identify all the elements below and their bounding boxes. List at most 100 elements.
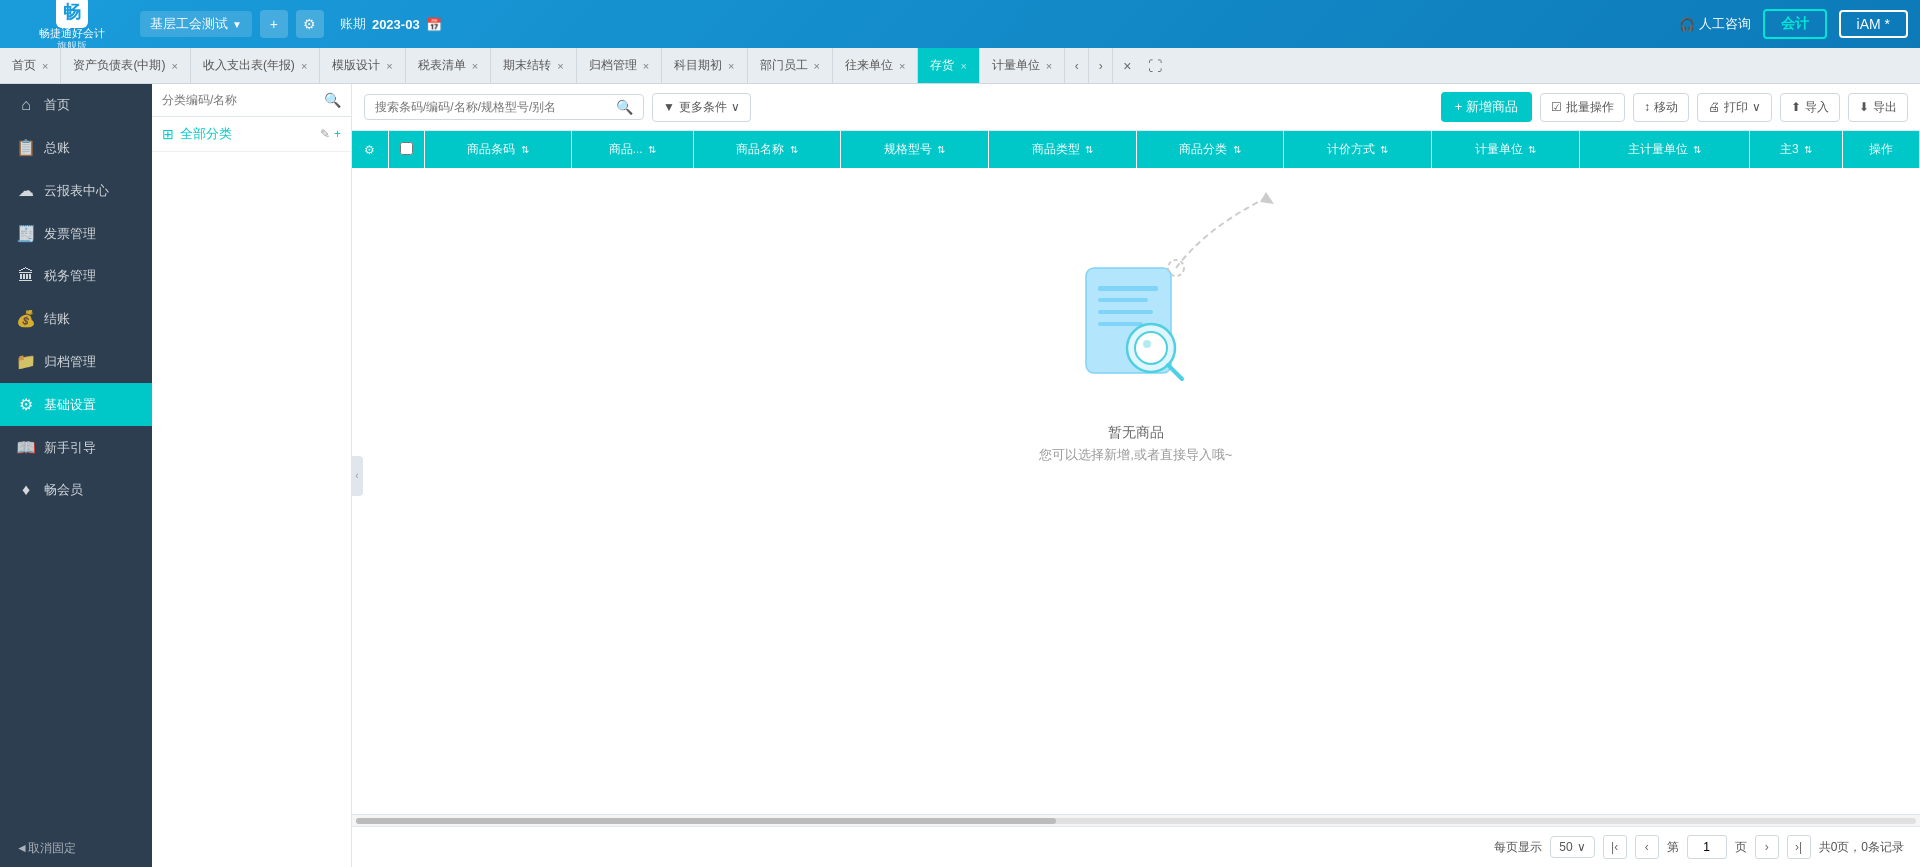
tab-period-end-close[interactable]: × <box>557 60 563 72</box>
tab-partner-close[interactable]: × <box>899 60 905 72</box>
add-tab-button[interactable]: + <box>260 10 288 38</box>
print-button[interactable]: 🖨 打印 ∨ <box>1697 93 1772 122</box>
th-col3[interactable]: 主3 ⇅ <box>1750 131 1842 168</box>
scrollbar-thumb[interactable] <box>356 818 1056 824</box>
tab-inventory[interactable]: 存货 × <box>918 48 979 83</box>
tab-tax-close[interactable]: × <box>472 60 478 72</box>
th-config[interactable]: ⚙ <box>352 131 388 168</box>
th-actions: 操作 <box>1842 131 1919 168</box>
tab-subject-init[interactable]: 科目期初 × <box>662 48 747 83</box>
category-all[interactable]: ⊞ 全部分类 ✎ + <box>152 117 351 152</box>
filter-button[interactable]: ▼ 更多条件 ∨ <box>652 93 751 122</box>
iam-button[interactable]: iAM * <box>1839 10 1908 38</box>
page-last-button[interactable]: ›| <box>1787 835 1811 859</box>
company-selector[interactable]: 基层工会测试 ▼ <box>140 11 252 37</box>
th-name[interactable]: 商品名称 ⇅ <box>693 131 841 168</box>
category-search-icon[interactable]: 🔍 <box>324 92 341 108</box>
th-barcode[interactable]: 商品条码 ⇅ <box>424 131 572 168</box>
tab-income-close[interactable]: × <box>301 60 307 72</box>
th-category[interactable]: 商品分类 ⇅ <box>1136 131 1284 168</box>
th-barcode-sort[interactable]: ⇅ <box>521 144 529 155</box>
tab-partner[interactable]: 往来单位 × <box>833 48 918 83</box>
th-name-sort[interactable]: ⇅ <box>790 144 798 155</box>
tab-template[interactable]: 模版设计 × <box>320 48 405 83</box>
tab-balance[interactable]: 资产负债表(中期) × <box>61 48 190 83</box>
right-panel: 🔍 ▼ 更多条件 ∨ + 新增商品 ☑ 批量操作 ↕ 移动 <box>352 84 1920 867</box>
th-price-mode[interactable]: 计价方式 ⇅ <box>1284 131 1432 168</box>
horizontal-scrollbar[interactable] <box>352 814 1920 826</box>
sidebar-item-ledger[interactable]: 📋 总账 <box>0 126 152 169</box>
tab-tax[interactable]: 税表清单 × <box>406 48 491 83</box>
tab-period-end[interactable]: 期末结转 × <box>491 48 576 83</box>
th-unit-sort[interactable]: ⇅ <box>1528 144 1536 155</box>
tab-home[interactable]: 首页 × <box>0 48 61 83</box>
move-button[interactable]: ↕ 移动 <box>1633 93 1689 122</box>
import-button[interactable]: ⬆ 导入 <box>1780 93 1840 122</box>
invoice-icon: 🧾 <box>16 224 36 243</box>
tab-archive[interactable]: 归档管理 × <box>577 48 662 83</box>
sidebar-unpin-button[interactable]: ◄取消固定 <box>0 830 152 867</box>
sidebar-item-archive[interactable]: 📁 归档管理 <box>0 340 152 383</box>
th-main-unit-label: 主计量单位 <box>1628 142 1688 156</box>
kuaiji-button[interactable]: 会计 <box>1763 9 1827 39</box>
per-page-value: 50 <box>1559 840 1572 854</box>
sidebar-item-invoice[interactable]: 🧾 发票管理 <box>0 212 152 255</box>
tab-expand-button[interactable]: ⛶ <box>1141 48 1169 83</box>
support-button[interactable]: 🎧 人工咨询 <box>1679 15 1751 33</box>
calendar-icon[interactable]: 📅 <box>426 17 442 32</box>
th-code[interactable]: 商品... ⇅ <box>572 131 693 168</box>
tab-subject-init-close[interactable]: × <box>728 60 734 72</box>
th-category-label: 商品分类 <box>1179 142 1227 156</box>
th-type[interactable]: 商品类型 ⇅ <box>989 131 1137 168</box>
th-price-mode-sort[interactable]: ⇅ <box>1380 144 1388 155</box>
sidebar-item-report[interactable]: ☁ 云报表中心 <box>0 169 152 212</box>
sidebar-item-guide[interactable]: 📖 新手引导 <box>0 426 152 469</box>
th-spec[interactable]: 规格型号 ⇅ <box>841 131 989 168</box>
tab-archive-close[interactable]: × <box>643 60 649 72</box>
tab-inventory-close[interactable]: × <box>960 60 966 72</box>
th-code-sort[interactable]: ⇅ <box>648 144 656 155</box>
scrollbar-track[interactable] <box>356 818 1916 824</box>
select-all-checkbox[interactable] <box>400 142 413 155</box>
tab-dept-close[interactable]: × <box>814 60 820 72</box>
sidebar-item-member[interactable]: ♦ 畅会员 <box>0 469 152 511</box>
page-prev-button[interactable]: ‹ <box>1635 835 1659 859</box>
tab-income[interactable]: 收入支出表(年报) × <box>191 48 320 83</box>
tab-prev-button[interactable]: ‹ <box>1065 48 1089 83</box>
sidebar-item-home[interactable]: ⌂ 首页 <box>0 84 152 126</box>
product-search-input[interactable] <box>375 100 610 114</box>
add-product-button[interactable]: + 新增商品 <box>1441 92 1532 122</box>
tab-next-button[interactable]: › <box>1089 48 1113 83</box>
sidebar-item-settle[interactable]: 💰 结账 <box>0 297 152 340</box>
page-first-button[interactable]: |‹ <box>1603 835 1627 859</box>
settings-icon[interactable]: ⚙ <box>296 10 324 38</box>
tab-dept[interactable]: 部门员工 × <box>748 48 833 83</box>
th-unit[interactable]: 计量单位 ⇅ <box>1432 131 1580 168</box>
th-type-sort[interactable]: ⇅ <box>1085 144 1093 155</box>
page-number-input[interactable]: 1 <box>1687 835 1727 859</box>
sidebar-item-settings[interactable]: ⚙ 基础设置 <box>0 383 152 426</box>
tab-unit[interactable]: 计量单位 × <box>980 48 1065 83</box>
guide-icon: 📖 <box>16 438 36 457</box>
product-search-icon[interactable]: 🔍 <box>616 99 633 115</box>
tab-template-close[interactable]: × <box>386 60 392 72</box>
tab-unit-close[interactable]: × <box>1046 60 1052 72</box>
add-category-icon[interactable]: + <box>334 127 341 141</box>
th-checkbox[interactable] <box>388 131 424 168</box>
tab-home-close[interactable]: × <box>42 60 48 72</box>
page-next-button[interactable]: › <box>1755 835 1779 859</box>
left-panel-collapse-button[interactable]: ‹ <box>351 456 363 496</box>
per-page-selector[interactable]: 50 ∨ <box>1550 836 1594 858</box>
edit-category-icon[interactable]: ✎ <box>320 127 330 141</box>
th-col3-sort[interactable]: ⇅ <box>1804 144 1812 155</box>
category-search-input[interactable] <box>162 93 318 107</box>
export-button[interactable]: ⬇ 导出 <box>1848 93 1908 122</box>
batch-button[interactable]: ☑ 批量操作 <box>1540 93 1625 122</box>
tab-balance-close[interactable]: × <box>171 60 177 72</box>
th-main-unit-sort[interactable]: ⇅ <box>1693 144 1701 155</box>
sidebar-item-tax[interactable]: 🏛 税务管理 <box>0 255 152 297</box>
th-main-unit[interactable]: 主计量单位 ⇅ <box>1579 131 1749 168</box>
tab-close-all-button[interactable]: × <box>1113 48 1141 83</box>
th-category-sort[interactable]: ⇅ <box>1233 144 1241 155</box>
th-spec-sort[interactable]: ⇅ <box>937 144 945 155</box>
